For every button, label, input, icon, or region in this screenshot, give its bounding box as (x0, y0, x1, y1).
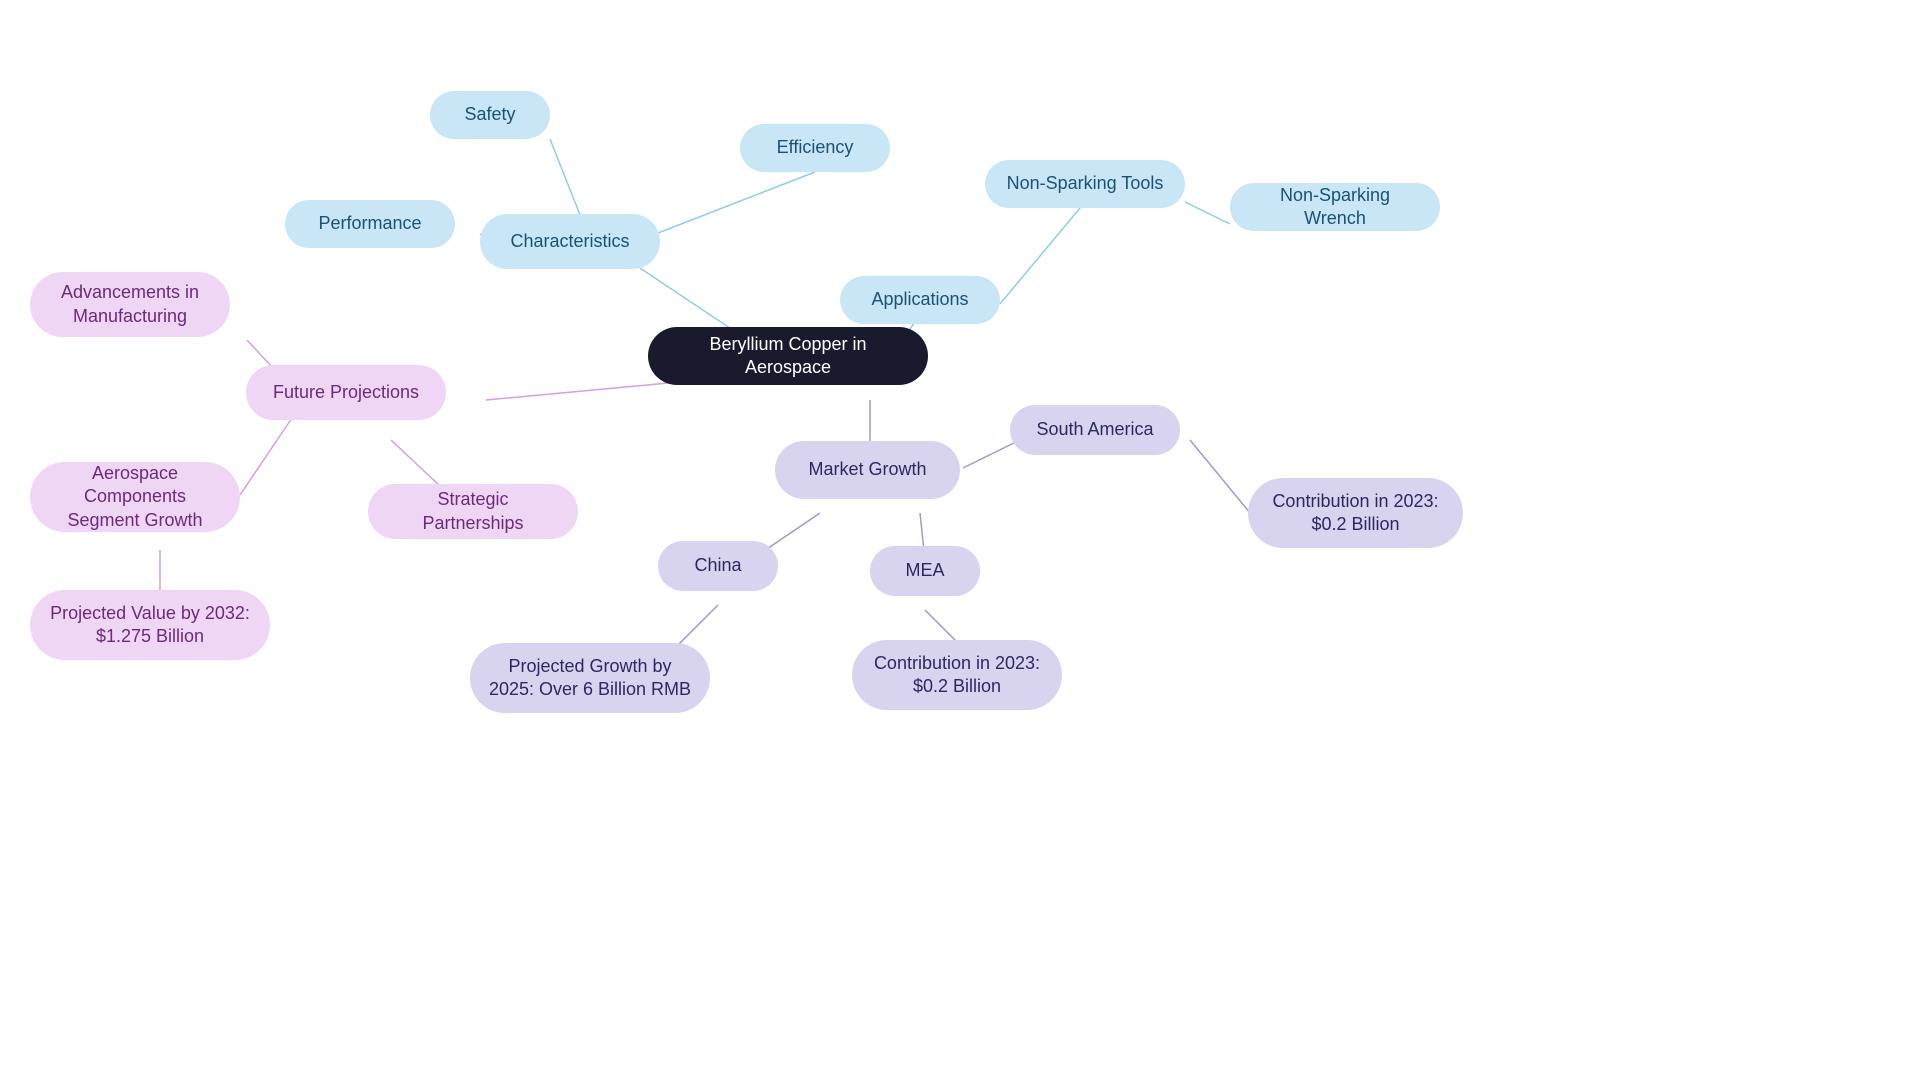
china-node: China (658, 541, 778, 591)
projected-value-2032-node: Projected Value by 2032: $1.275 Billion (30, 590, 270, 660)
central-label: Beryllium Copper in Aerospace (684, 333, 892, 380)
future-projections-node: Future Projections (246, 365, 446, 420)
contribution-south-america-node: Contribution in 2023: $0.2 Billion (1248, 478, 1463, 548)
non-sparking-wrench-node: Non-Sparking Wrench (1230, 183, 1440, 231)
mea-node: MEA (870, 546, 980, 596)
projected-growth-china-label: Projected Growth by 2025: Over 6 Billion… (488, 655, 692, 702)
non-sparking-tools-node: Non-Sparking Tools (985, 160, 1185, 208)
contribution-south-america-label: Contribution in 2023: $0.2 Billion (1266, 490, 1445, 537)
non-sparking-tools-label: Non-Sparking Tools (1007, 172, 1164, 195)
market-growth-label: Market Growth (808, 458, 926, 481)
future-projections-label: Future Projections (273, 381, 419, 404)
china-label: China (694, 554, 741, 577)
advancements-manufacturing-label: Advancements in Manufacturing (48, 281, 212, 328)
contribution-mea-node: Contribution in 2023: $0.2 Billion (852, 640, 1062, 710)
efficiency-label: Efficiency (777, 136, 854, 159)
safety-label: Safety (464, 103, 515, 126)
projected-growth-china-node: Projected Growth by 2025: Over 6 Billion… (470, 643, 710, 713)
contribution-mea-label: Contribution in 2023: $0.2 Billion (870, 652, 1044, 699)
central-node: Beryllium Copper in Aerospace (648, 327, 928, 385)
applications-node: Applications (840, 276, 1000, 324)
non-sparking-wrench-label: Non-Sparking Wrench (1248, 184, 1422, 231)
aerospace-segment-growth-node: Aerospace Components Segment Growth (30, 462, 240, 532)
south-america-label: South America (1036, 418, 1153, 441)
performance-label: Performance (318, 212, 421, 235)
projected-value-2032-label: Projected Value by 2032: $1.275 Billion (48, 602, 252, 649)
market-growth-node: Market Growth (775, 441, 960, 499)
characteristics-label: Characteristics (510, 230, 629, 253)
applications-label: Applications (871, 288, 968, 311)
south-america-node: South America (1010, 405, 1180, 455)
safety-node: Safety (430, 91, 550, 139)
performance-node: Performance (285, 200, 455, 248)
strategic-partnerships-node: Strategic Partnerships (368, 484, 578, 539)
aerospace-segment-growth-label: Aerospace Components Segment Growth (48, 462, 222, 532)
advancements-manufacturing-node: Advancements in Manufacturing (30, 272, 230, 337)
characteristics-node: Characteristics (480, 214, 660, 269)
mea-label: MEA (905, 559, 944, 582)
strategic-partnerships-label: Strategic Partnerships (386, 488, 560, 535)
efficiency-node: Efficiency (740, 124, 890, 172)
